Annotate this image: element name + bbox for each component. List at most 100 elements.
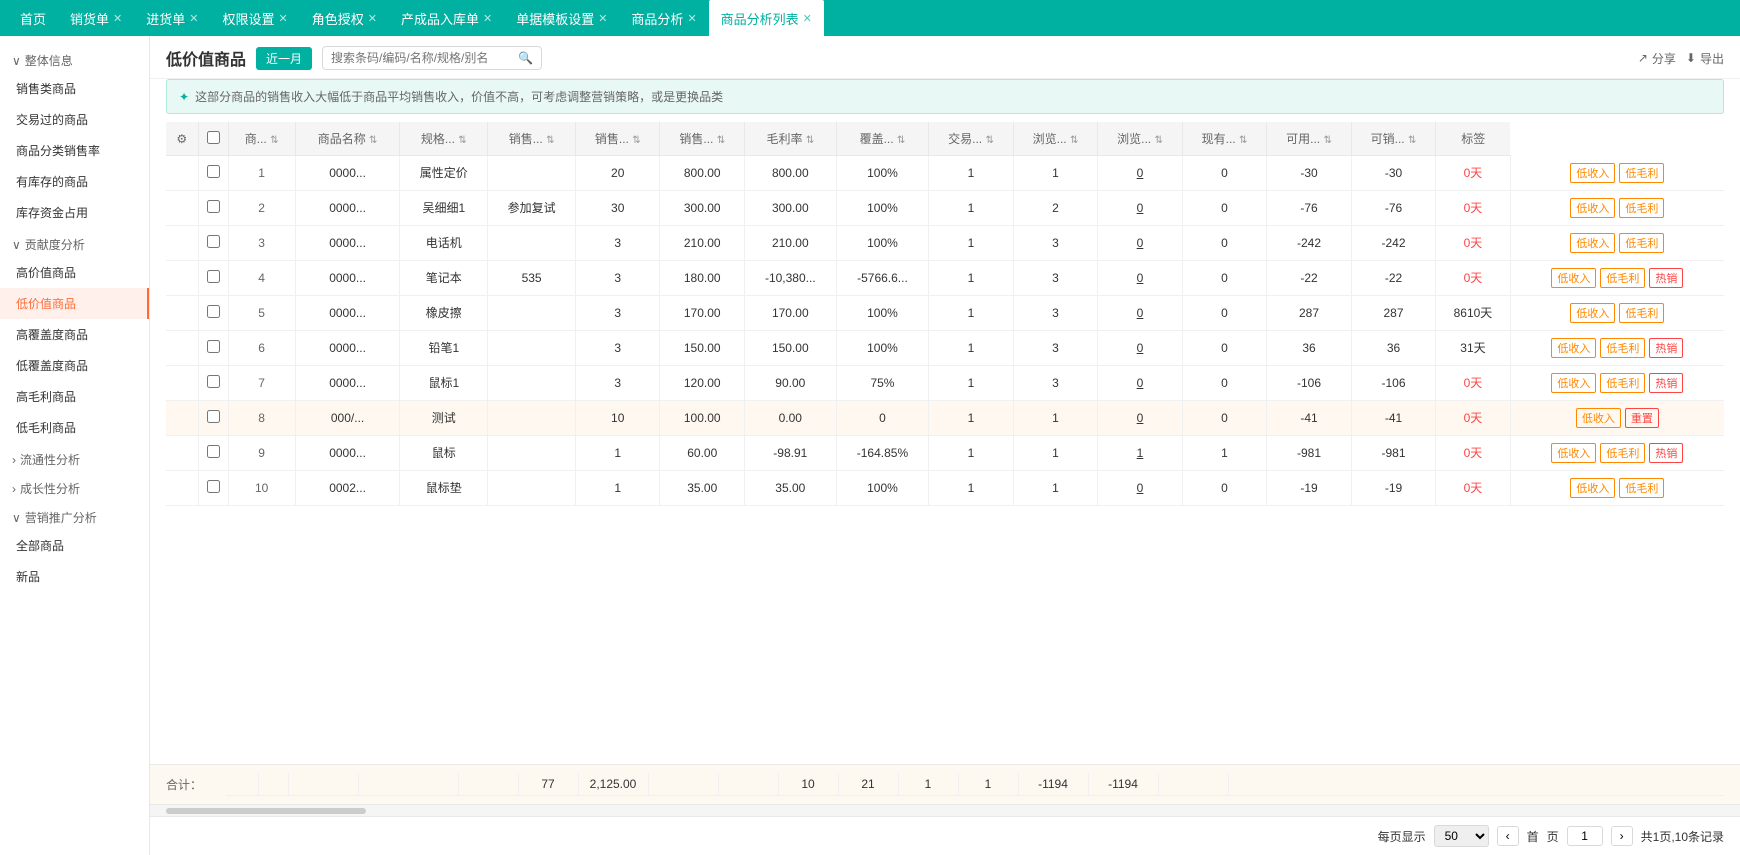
col-trade[interactable]: 交易... ⇅: [929, 122, 1014, 156]
cell-checkbox[interactable]: [198, 435, 228, 470]
row-checkbox[interactable]: [207, 235, 220, 248]
nav-sales-close[interactable]: ✕: [113, 12, 122, 25]
nav-permission[interactable]: 权限设置 ✕: [210, 0, 299, 36]
col-code[interactable]: 商... ⇅: [228, 122, 295, 156]
browse-link[interactable]: 0: [1137, 306, 1144, 320]
nav-permission-close[interactable]: ✕: [279, 12, 288, 25]
sidebar-item-new-goods[interactable]: 新品: [0, 561, 149, 592]
browse-link[interactable]: 0: [1137, 166, 1144, 180]
col-browse2[interactable]: 浏览... ⇅: [1098, 122, 1183, 156]
cell-browse1[interactable]: 0: [1098, 330, 1183, 365]
nav-goods-list-close[interactable]: ✕: [803, 12, 812, 25]
cell-browse1[interactable]: 0: [1098, 225, 1183, 260]
col-gross[interactable]: 毛利率 ⇅: [744, 122, 836, 156]
col-name[interactable]: 商品名称 ⇅: [295, 122, 400, 156]
cell-browse1[interactable]: 1: [1098, 435, 1183, 470]
nav-product-in-close[interactable]: ✕: [483, 12, 492, 25]
sidebar-group-marketing[interactable]: ∨ 营销推广分析: [0, 501, 149, 530]
browse-link[interactable]: 0: [1137, 236, 1144, 250]
nav-sales[interactable]: 销货单 ✕: [58, 0, 134, 36]
browse-link[interactable]: 0: [1137, 411, 1144, 425]
row-checkbox[interactable]: [207, 340, 220, 353]
nav-goods-analysis-close[interactable]: ✕: [687, 12, 696, 25]
per-page-select[interactable]: 50 100 200: [1434, 825, 1489, 847]
browse-link[interactable]: 1: [1137, 446, 1144, 460]
horizontal-scrollbar[interactable]: [150, 804, 1740, 816]
col-browse1[interactable]: 浏览... ⇅: [1013, 122, 1098, 156]
cell-browse1[interactable]: 0: [1098, 295, 1183, 330]
search-icon[interactable]: 🔍: [518, 51, 533, 65]
cell-browse1[interactable]: 0: [1098, 365, 1183, 400]
nav-purchase[interactable]: 进货单 ✕: [134, 0, 210, 36]
nav-template[interactable]: 单据模板设置 ✕: [504, 0, 619, 36]
col-settings[interactable]: ⚙: [166, 122, 198, 156]
col-saleable[interactable]: 可销... ⇅: [1351, 122, 1436, 156]
next-page-button[interactable]: ›: [1611, 826, 1633, 846]
select-all-checkbox[interactable]: [207, 131, 220, 144]
cell-checkbox[interactable]: [198, 365, 228, 400]
nav-role[interactable]: 角色授权 ✕: [300, 0, 389, 36]
sidebar-item-all-goods[interactable]: 全部商品: [0, 530, 149, 561]
sidebar-item-low-margin[interactable]: 低毛利商品: [0, 412, 149, 443]
sidebar-group-circulation[interactable]: › 流通性分析: [0, 443, 149, 472]
nav-role-close[interactable]: ✕: [368, 12, 377, 25]
nav-goods-analysis[interactable]: 商品分析 ✕: [619, 0, 708, 36]
cell-checkbox[interactable]: [198, 330, 228, 365]
sidebar-item-traded[interactable]: 交易过的商品: [0, 104, 149, 135]
col-sale2[interactable]: 销售... ⇅: [575, 122, 660, 156]
nav-template-close[interactable]: ✕: [598, 12, 607, 25]
export-button[interactable]: ⬇ 导出: [1686, 50, 1724, 67]
sidebar-item-low-coverage[interactable]: 低覆盖度商品: [0, 350, 149, 381]
row-checkbox[interactable]: [207, 200, 220, 213]
sidebar-group-contribution[interactable]: ∨ 贡献度分析: [0, 228, 149, 257]
col-sale3[interactable]: 销售... ⇅: [660, 122, 745, 156]
sidebar-item-high-coverage[interactable]: 高覆盖度商品: [0, 319, 149, 350]
col-current[interactable]: 现有... ⇅: [1182, 122, 1267, 156]
row-checkbox[interactable]: [207, 165, 220, 178]
sidebar-item-high-value[interactable]: 高价值商品: [0, 257, 149, 288]
cell-checkbox[interactable]: [198, 295, 228, 330]
cell-checkbox[interactable]: [198, 156, 228, 191]
row-checkbox[interactable]: [207, 480, 220, 493]
share-button[interactable]: ↗ 分享: [1638, 50, 1676, 67]
row-checkbox[interactable]: [207, 270, 220, 283]
scrollbar-thumb[interactable]: [166, 808, 366, 814]
cell-browse1[interactable]: 0: [1098, 470, 1183, 505]
nav-home[interactable]: 首页: [8, 0, 58, 36]
cell-browse1[interactable]: 0: [1098, 260, 1183, 295]
browse-link[interactable]: 0: [1137, 341, 1144, 355]
sidebar-group-growth[interactable]: › 成长性分析: [0, 472, 149, 501]
browse-link[interactable]: 0: [1137, 201, 1144, 215]
page-number-input[interactable]: [1567, 826, 1603, 846]
filter-period-button[interactable]: 近一月: [256, 47, 312, 70]
nav-product-in[interactable]: 产成品入库单 ✕: [389, 0, 504, 36]
nav-purchase-close[interactable]: ✕: [189, 12, 198, 25]
sidebar-item-high-margin[interactable]: 高毛利商品: [0, 381, 149, 412]
browse-link[interactable]: 0: [1137, 481, 1144, 495]
cell-checkbox[interactable]: [198, 190, 228, 225]
row-checkbox[interactable]: [207, 410, 220, 423]
search-input[interactable]: [331, 51, 512, 65]
row-checkbox[interactable]: [207, 375, 220, 388]
sidebar-item-capital[interactable]: 库存资金占用: [0, 197, 149, 228]
sidebar-item-category-rate[interactable]: 商品分类销售率: [0, 135, 149, 166]
cell-browse1[interactable]: 0: [1098, 156, 1183, 191]
sidebar-item-sales-goods[interactable]: 销售类商品: [0, 73, 149, 104]
nav-goods-list[interactable]: 商品分析列表 ✕: [709, 0, 824, 36]
row-checkbox[interactable]: [207, 445, 220, 458]
col-available[interactable]: 可用... ⇅: [1267, 122, 1352, 156]
browse-link[interactable]: 0: [1137, 271, 1144, 285]
sidebar-item-low-value[interactable]: 低价值商品: [0, 288, 149, 319]
cell-checkbox[interactable]: [198, 470, 228, 505]
sidebar-group-overview[interactable]: ∨ 整体信息: [0, 44, 149, 73]
cell-checkbox[interactable]: [198, 400, 228, 435]
col-spec[interactable]: 规格... ⇅: [400, 122, 488, 156]
first-page-button[interactable]: ‹: [1497, 826, 1519, 846]
sidebar-item-in-stock[interactable]: 有库存的商品: [0, 166, 149, 197]
cell-browse1[interactable]: 0: [1098, 400, 1183, 435]
col-sale1[interactable]: 销售... ⇅: [488, 122, 576, 156]
col-coverage[interactable]: 覆盖... ⇅: [836, 122, 929, 156]
cell-browse1[interactable]: 0: [1098, 190, 1183, 225]
row-checkbox[interactable]: [207, 305, 220, 318]
browse-link[interactable]: 0: [1137, 376, 1144, 390]
